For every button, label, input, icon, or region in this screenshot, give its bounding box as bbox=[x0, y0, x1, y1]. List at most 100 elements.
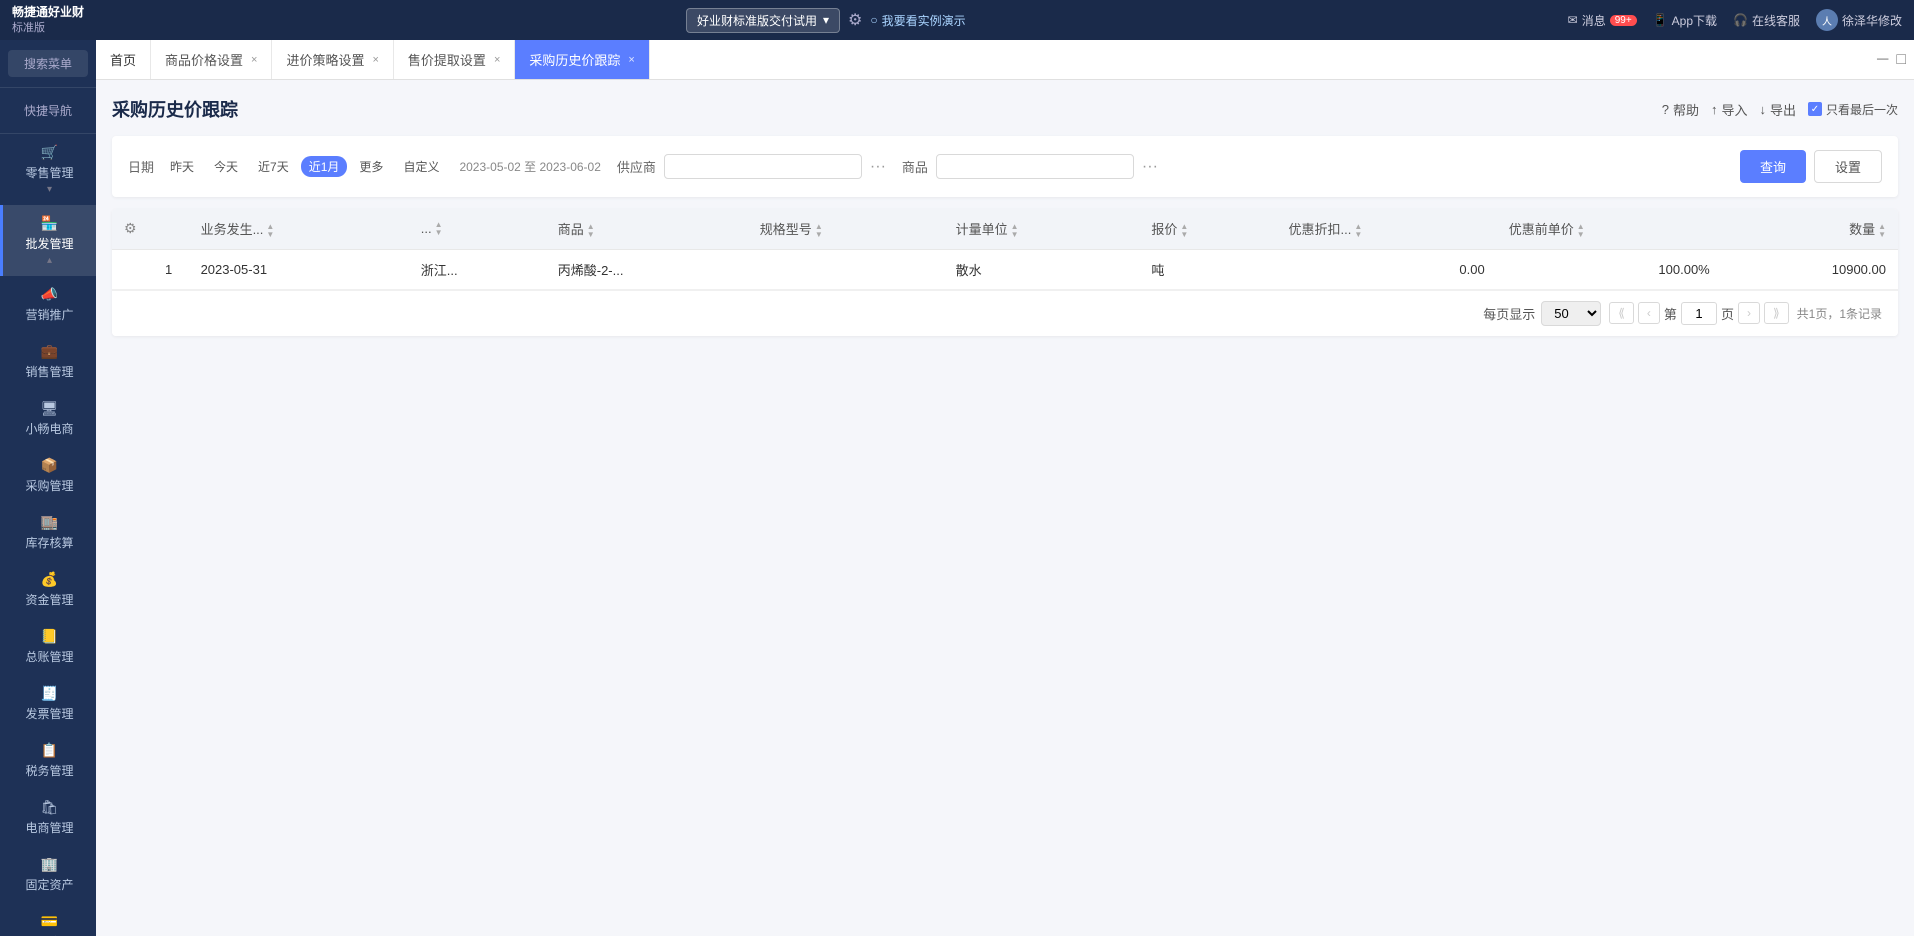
sort-icon: ▲▼ bbox=[266, 223, 274, 239]
table-row: 1 2023-05-31 浙江... 丙烯酸-2-... 散水 吨 0.00 1… bbox=[112, 249, 1898, 289]
goods-dots[interactable]: ··· bbox=[1142, 158, 1158, 176]
export-icon: ↓ bbox=[1759, 102, 1766, 117]
search-menu-btn[interactable]: 搜索菜单 bbox=[8, 50, 88, 77]
sidebar-item-assets[interactable]: 🏢 固定资产 bbox=[0, 846, 96, 903]
supplier-filter-group: 供应商 ··· bbox=[617, 154, 886, 179]
page-input[interactable] bbox=[1681, 302, 1717, 325]
finance-icon: 💰 bbox=[41, 571, 58, 588]
sidebar-item-retail[interactable]: 🛒 零售管理 ▾ bbox=[0, 134, 96, 205]
ecommerce-small-icon: 🖥 bbox=[41, 400, 59, 417]
th-quantity[interactable]: 数量▲▼ bbox=[1722, 209, 1898, 249]
app-logo: 畅捷通好业财 标准版 bbox=[12, 5, 84, 35]
tab-minimize-btn[interactable]: ─ bbox=[1877, 51, 1888, 69]
wholesale-icon: 🏪 bbox=[41, 215, 58, 232]
th-spec[interactable]: 规格型号▲▼ bbox=[748, 209, 944, 249]
top-bar: 畅捷通好业财 标准版 好业财标准版交付试用 ▾ ⚙ ○ 我要看实例演示 ✉ 消息… bbox=[0, 0, 1914, 40]
quick-nav-btn[interactable]: 快捷导航 bbox=[0, 94, 96, 127]
edition-selector[interactable]: 好业财标准版交付试用 ▾ bbox=[686, 8, 840, 33]
th-extra[interactable]: ...▲▼ bbox=[409, 209, 546, 249]
tab-purchase-history[interactable]: 采购历史价跟踪 × bbox=[515, 40, 649, 80]
tab-close-sale[interactable]: × bbox=[494, 54, 500, 66]
date-opt-last1month[interactable]: 近1月 bbox=[301, 156, 348, 177]
per-page-label: 每页显示 bbox=[1483, 304, 1535, 323]
row-date: 2023-05-31 bbox=[189, 249, 409, 289]
per-page-select[interactable]: 20 50 100 200 bbox=[1541, 301, 1601, 326]
sidebar-item-invoice[interactable]: 🧾 发票管理 bbox=[0, 675, 96, 732]
date-opt-last7[interactable]: 近7天 bbox=[250, 156, 297, 177]
user-info[interactable]: 人 徐泽华修改 bbox=[1816, 9, 1902, 31]
date-opt-more[interactable]: 更多 bbox=[351, 156, 391, 177]
tab-close-strategy[interactable]: × bbox=[372, 54, 378, 66]
column-settings-icon[interactable]: ⚙ bbox=[124, 220, 137, 236]
prev-page-btn[interactable]: ‹ bbox=[1638, 302, 1660, 324]
sidebar-item-ecommerce-small[interactable]: 🖥 小畅电商 bbox=[0, 390, 96, 447]
sidebar-item-tax[interactable]: 📋 税务管理 bbox=[0, 732, 96, 789]
content-area: 首页 商品价格设置 × 进价策略设置 × 售价提取设置 × 采购历史价跟踪 × … bbox=[96, 40, 1914, 936]
th-unit[interactable]: 计量单位▲▼ bbox=[944, 209, 1140, 249]
page-actions: ? 帮助 ↑ 导入 ↓ 导出 ✓ 只看最后一次 bbox=[1662, 100, 1898, 119]
date-filter-group: 日期 昨天 今天 近7天 近1月 更多 自定义 2023-05-02 至 202… bbox=[128, 156, 601, 177]
th-pre-price[interactable]: 优惠前单价▲▼ bbox=[1497, 209, 1722, 249]
last-page-btn[interactable]: ⟫ bbox=[1764, 302, 1789, 324]
tab-bar-actions: ─ □ bbox=[1877, 51, 1914, 69]
tab-sale-price[interactable]: 售价提取设置 × bbox=[394, 40, 515, 80]
sidebar-item-purchase[interactable]: 📦 采购管理 bbox=[0, 447, 96, 504]
th-goods[interactable]: 商品▲▼ bbox=[546, 209, 748, 249]
tab-price[interactable]: 商品价格设置 × bbox=[151, 40, 272, 80]
tax-icon: 📋 bbox=[41, 742, 58, 759]
next-page-btn[interactable]: › bbox=[1738, 302, 1760, 324]
sidebar-item-inventory[interactable]: 🏬 库存核算 bbox=[0, 504, 96, 561]
only-last-checkbox[interactable]: ✓ 只看最后一次 bbox=[1808, 101, 1898, 118]
help-icon: ? bbox=[1662, 102, 1669, 117]
date-opt-yesterday[interactable]: 昨天 bbox=[162, 156, 202, 177]
goods-input[interactable] bbox=[936, 154, 1134, 179]
tab-home[interactable]: 首页 bbox=[96, 40, 151, 80]
top-bar-center: 好业财标准版交付试用 ▾ ⚙ ○ 我要看实例演示 bbox=[686, 8, 966, 33]
th-discount[interactable]: 优惠折扣...▲▼ bbox=[1277, 209, 1497, 249]
th-date[interactable]: 业务发生...▲▼ bbox=[189, 209, 409, 249]
date-opt-custom[interactable]: 自定义 bbox=[395, 156, 447, 177]
import-btn[interactable]: ↑ 导入 bbox=[1711, 100, 1748, 119]
supplier-input[interactable] bbox=[664, 154, 862, 179]
pagination-bar: 每页显示 20 50 100 200 ⟪ ‹ 第 页 bbox=[112, 290, 1898, 336]
sidebar-item-sales[interactable]: 💼 销售管理 bbox=[0, 333, 96, 390]
top-settings-icon[interactable]: ⚙ bbox=[848, 10, 862, 30]
date-opt-today[interactable]: 今天 bbox=[206, 156, 246, 177]
row-gear bbox=[112, 249, 149, 289]
sidebar-item-salary[interactable]: 💳 工资 bbox=[0, 903, 96, 936]
assets-icon: 🏢 bbox=[41, 856, 58, 873]
query-btn[interactable]: 查询 bbox=[1740, 150, 1806, 183]
app-download-btn[interactable]: 📱 App下载 bbox=[1653, 12, 1717, 29]
first-page-btn[interactable]: ⟪ bbox=[1609, 302, 1634, 324]
tab-close-price[interactable]: × bbox=[251, 54, 257, 66]
tab-purchase-strategy[interactable]: 进价策略设置 × bbox=[272, 40, 393, 80]
page-header: 采购历史价跟踪 ? 帮助 ↑ 导入 ↓ 导出 ✓ bbox=[112, 96, 1898, 122]
page-content: 采购历史价跟踪 ? 帮助 ↑ 导入 ↓ 导出 ✓ bbox=[96, 80, 1914, 936]
tab-close-history[interactable]: × bbox=[628, 54, 634, 66]
demo-link[interactable]: ○ 我要看实例演示 bbox=[870, 12, 965, 29]
top-bar-left: 畅捷通好业财 标准版 bbox=[12, 5, 84, 35]
page-label: 第 bbox=[1664, 304, 1677, 323]
th-num bbox=[149, 209, 189, 249]
sidebar-item-ledger[interactable]: 📒 总账管理 bbox=[0, 618, 96, 675]
tab-maximize-btn[interactable]: □ bbox=[1896, 51, 1906, 69]
chevron-icon: ▾ bbox=[47, 184, 52, 195]
sidebar-item-ecommerce[interactable]: 🛍 电商管理 bbox=[0, 789, 96, 846]
sort-icon: ▲▼ bbox=[587, 223, 595, 239]
filter-settings-btn[interactable]: 设置 bbox=[1814, 150, 1882, 183]
export-btn[interactable]: ↓ 导出 bbox=[1759, 100, 1796, 119]
sidebar-item-finance[interactable]: 💰 资金管理 bbox=[0, 561, 96, 618]
th-price[interactable]: 报价▲▼ bbox=[1139, 209, 1276, 249]
date-options: 昨天 今天 近7天 近1月 更多 自定义 bbox=[162, 156, 447, 177]
supplier-dots[interactable]: ··· bbox=[870, 158, 886, 176]
sidebar-item-marketing[interactable]: 📣 营销推广 bbox=[0, 276, 96, 333]
sidebar-item-wholesale[interactable]: 🏪 批发管理 ▴ bbox=[0, 205, 96, 276]
online-service-btn[interactable]: 🎧 在线客服 bbox=[1733, 12, 1800, 29]
help-btn[interactable]: ? 帮助 bbox=[1662, 100, 1699, 119]
marketing-icon: 📣 bbox=[41, 286, 58, 303]
ecommerce-icon: 🛍 bbox=[41, 799, 59, 816]
top-bar-right: ✉ 消息 99+ 📱 App下载 🎧 在线客服 人 徐泽华修改 bbox=[1568, 9, 1902, 31]
date-label: 日期 bbox=[128, 157, 154, 176]
filter-bar: 日期 昨天 今天 近7天 近1月 更多 自定义 2023-05-02 至 202… bbox=[112, 136, 1898, 197]
message-btn[interactable]: ✉ 消息 99+ bbox=[1568, 12, 1637, 29]
